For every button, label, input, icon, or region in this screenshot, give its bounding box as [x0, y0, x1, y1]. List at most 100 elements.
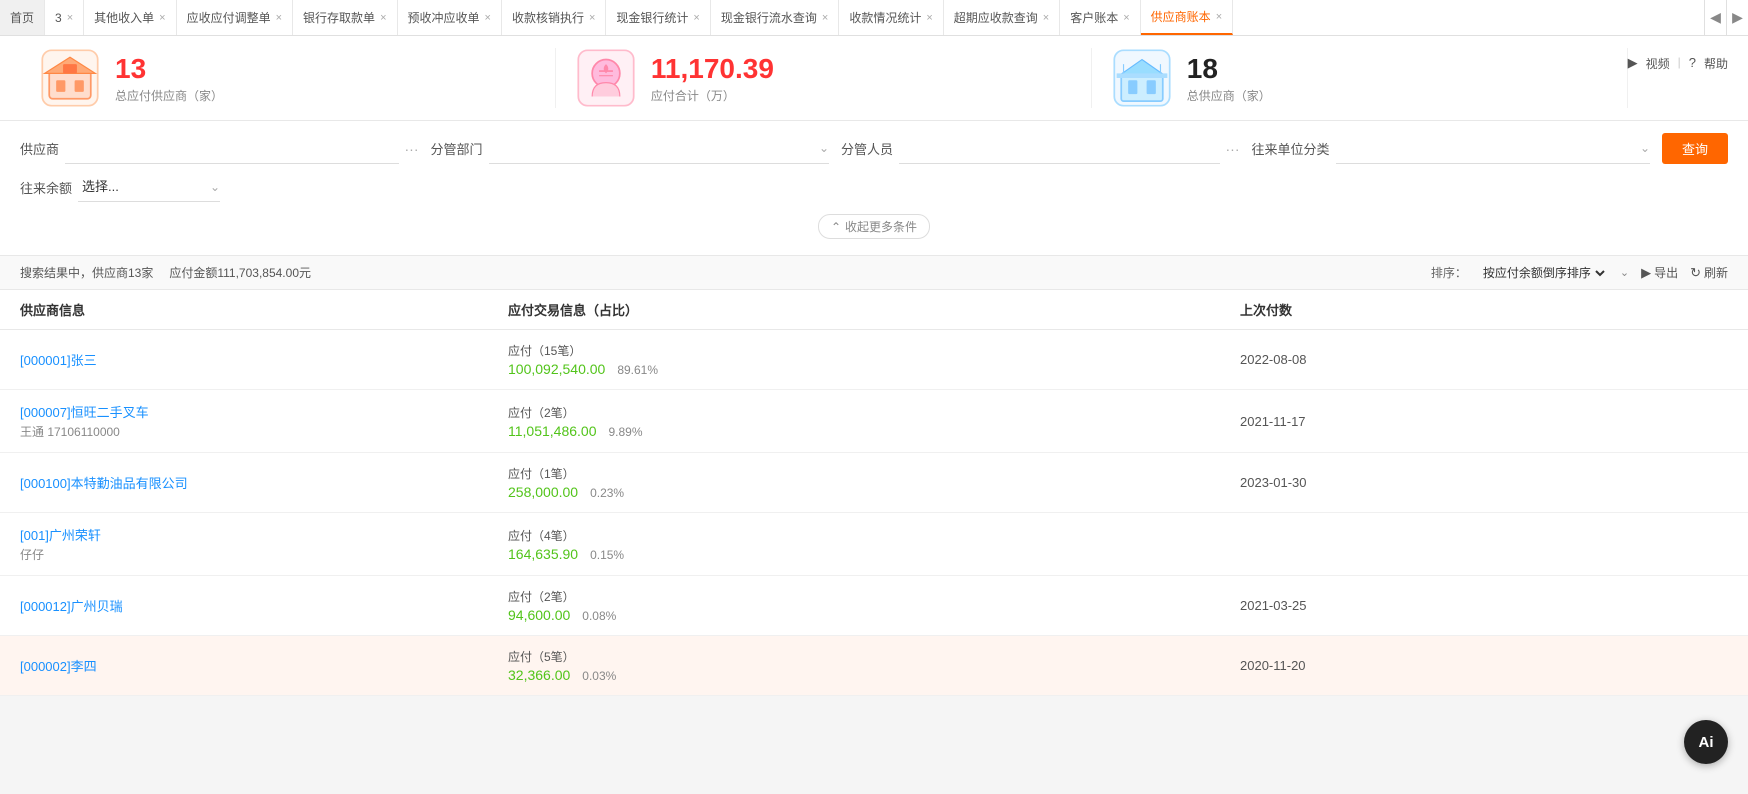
close-icon[interactable]: × [380, 12, 386, 24]
nav-tab-ar-ap-adjust[interactable]: 应收应付调整单 × [177, 0, 293, 35]
tx-amount-6[interactable]: 32,366.00 [508, 667, 570, 683]
filter-row-1: 供应商 ··· 分管部门 ⌄ 分管人员 ··· 往来单位分类 [20, 133, 1728, 164]
video-icon: ▶ [1628, 55, 1638, 71]
nav-next-arrow[interactable]: ▶ [1726, 0, 1748, 36]
tx-info-4: 应付（4笔） 164,635.90 0.15% [508, 527, 1240, 562]
export-label: 导出 [1654, 264, 1678, 281]
tx-amount-4[interactable]: 164,635.90 [508, 546, 578, 562]
nav-tab-customer-ledger-label: 客户账本 [1070, 9, 1118, 26]
nav-tab-bank-deposit[interactable]: 银行存取款单 × [293, 0, 397, 35]
sort-chevron-icon[interactable]: ⌄ [1620, 266, 1629, 279]
nav-tab-payment-stat[interactable]: 收款情况统计 × [839, 0, 943, 35]
last-pay-date-3: 2023-01-30 [1240, 475, 1307, 490]
tx-amount-1[interactable]: 100,092,540.00 [508, 361, 605, 377]
tx-amount-5[interactable]: 94,600.00 [508, 607, 570, 623]
close-icon[interactable]: × [276, 12, 282, 24]
nav-tab-customer-ledger[interactable]: 客户账本 × [1060, 0, 1140, 35]
filter-dept: 分管部门 ⌄ [431, 134, 830, 164]
dept-select-wrapper: ⌄ [489, 134, 829, 164]
supplier-more-icon[interactable]: ··· [405, 141, 419, 157]
tx-label-1: 应付（15笔） [508, 342, 1240, 359]
tx-row-5: 94,600.00 0.08% [508, 607, 1240, 623]
summary-text-ap-suppliers: 13 总应付供应商（家） [115, 52, 223, 105]
category-filter-label: 往来单位分类 [1252, 139, 1330, 158]
top-navigation: 首页 3 × 其他收入单 × 应收应付调整单 × 银行存取款单 × 预收冲应收单… [0, 0, 1748, 36]
close-icon[interactable]: × [159, 12, 165, 24]
help-link[interactable]: 帮助 [1704, 55, 1728, 72]
person-filter-input[interactable] [899, 134, 1219, 164]
tx-percent-1: 89.61% [617, 363, 658, 377]
tx-amount-2[interactable]: 11,051,486.00 [508, 423, 597, 439]
nav-tab-overdue-ar[interactable]: 超期应收款查询 × [944, 0, 1060, 35]
nav-tab-payment-exec[interactable]: 收款核销执行 × [502, 0, 606, 35]
nav-tab-cash-bank-flow-label: 现金银行流水查询 [721, 9, 817, 26]
close-icon[interactable]: × [1123, 12, 1129, 24]
tx-label-5: 应付（2笔） [508, 588, 1240, 605]
balance-filter-select[interactable]: 选择... [78, 179, 210, 194]
last-pay-3: 2023-01-30 [1240, 475, 1728, 490]
nav-tab-cash-bank-stat[interactable]: 现金银行统计 × [606, 0, 710, 35]
export-button[interactable]: ▶ 导出 [1641, 264, 1678, 281]
tx-percent-4: 0.15% [590, 548, 624, 562]
close-icon[interactable]: × [822, 12, 828, 24]
balance-chevron-icon[interactable]: ⌄ [210, 180, 220, 194]
ai-button[interactable]: Ai [1684, 720, 1728, 764]
summary-item-ap-suppliers: 13 总应付供应商（家） [20, 48, 556, 108]
tx-info-2: 应付（2笔） 11,051,486.00 9.89% [508, 404, 1240, 439]
dept-chevron-icon[interactable]: ⌄ [819, 141, 829, 155]
tx-label-4: 应付（4笔） [508, 527, 1240, 544]
last-pay-date-1: 2022-08-08 [1240, 352, 1307, 367]
balance-select-wrapper: 选择... ⌄ [78, 172, 220, 202]
nav-tab-cash-bank-flow[interactable]: 现金银行流水查询 × [711, 0, 839, 35]
close-icon[interactable]: × [485, 12, 491, 24]
last-pay-2: 2021-11-17 [1240, 414, 1728, 429]
close-icon[interactable]: × [1216, 11, 1222, 23]
sort-select[interactable]: 按应付余额倒序排序 [1479, 265, 1608, 281]
nav-tab-supplier-ledger[interactable]: 供应商账本 × [1141, 0, 1233, 35]
search-button[interactable]: 查询 [1662, 133, 1728, 164]
supplier-link-5[interactable]: [000012]广州贝瑞 [20, 599, 123, 614]
supplier-info-5: [000012]广州贝瑞 [20, 596, 508, 615]
balance-filter-label: 往来余额 [20, 178, 72, 197]
filter-balance: 往来余额 选择... ⌄ [20, 172, 220, 202]
category-chevron-icon[interactable]: ⌄ [1640, 141, 1650, 155]
result-actions: 排序： 按应付余额倒序排序 ⌄ ▶ 导出 ↻ 刷新 [1431, 264, 1728, 281]
nav-tab-3[interactable]: 3 × [45, 0, 84, 35]
supplier-link-2[interactable]: [000007]恒旺二手叉车 [20, 405, 149, 420]
tx-amount-3[interactable]: 258,000.00 [508, 484, 578, 500]
top-right-links: ▶ 视频 | ? 帮助 [1628, 55, 1728, 102]
dept-filter-select[interactable] [489, 141, 819, 156]
col-header-supplier: 供应商信息 [20, 300, 508, 319]
nav-tab-prepay[interactable]: 预收冲应收单 × [398, 0, 502, 35]
nav-tab-payment-exec-label: 收款核销执行 [512, 9, 584, 26]
video-link[interactable]: 视频 [1646, 55, 1670, 72]
nav-tab-other-income[interactable]: 其他收入单 × [84, 0, 176, 35]
last-pay-6: 2020-11-20 [1240, 658, 1728, 673]
close-icon[interactable]: × [926, 12, 932, 24]
supplier-link-6[interactable]: [000002]李四 [20, 659, 97, 674]
tx-row-1: 100,092,540.00 89.61% [508, 361, 1240, 377]
close-icon[interactable]: × [67, 12, 73, 24]
collapse-label: 收起更多条件 [845, 218, 917, 235]
table-row: [000002]李四 应付（5笔） 32,366.00 0.03% 2020-1… [0, 636, 1748, 696]
person-more-icon[interactable]: ··· [1226, 141, 1240, 157]
result-bar: 搜索结果中，供应商13家 应付金额111,703,854.00元 排序： 按应付… [0, 256, 1748, 290]
ap-suppliers-number: 13 [115, 52, 223, 86]
refresh-button[interactable]: ↻ 刷新 [1690, 264, 1728, 281]
supplier-link-3[interactable]: [000100]本特勤油品有限公司 [20, 476, 188, 491]
ai-button-label: Ai [1699, 734, 1714, 751]
category-filter-select[interactable] [1336, 141, 1640, 156]
supplier-link-4[interactable]: [001]广州荣轩 [20, 528, 101, 543]
supplier-filter-input[interactable] [65, 134, 398, 164]
dept-filter-label: 分管部门 [431, 139, 483, 158]
total-suppliers-label: 总供应商（家） [1187, 87, 1271, 104]
close-icon[interactable]: × [589, 12, 595, 24]
collapse-button[interactable]: ⌃ 收起更多条件 [818, 214, 930, 239]
nav-tab-home[interactable]: 首页 [0, 0, 45, 35]
supplier-sub-2: 王通 17106110000 [20, 423, 508, 440]
nav-tab-other-income-label: 其他收入单 [94, 9, 154, 26]
close-icon[interactable]: × [1043, 12, 1049, 24]
close-icon[interactable]: × [693, 12, 699, 24]
nav-prev-arrow[interactable]: ◀ [1704, 0, 1726, 36]
supplier-link-1[interactable]: [000001]张三 [20, 353, 97, 368]
